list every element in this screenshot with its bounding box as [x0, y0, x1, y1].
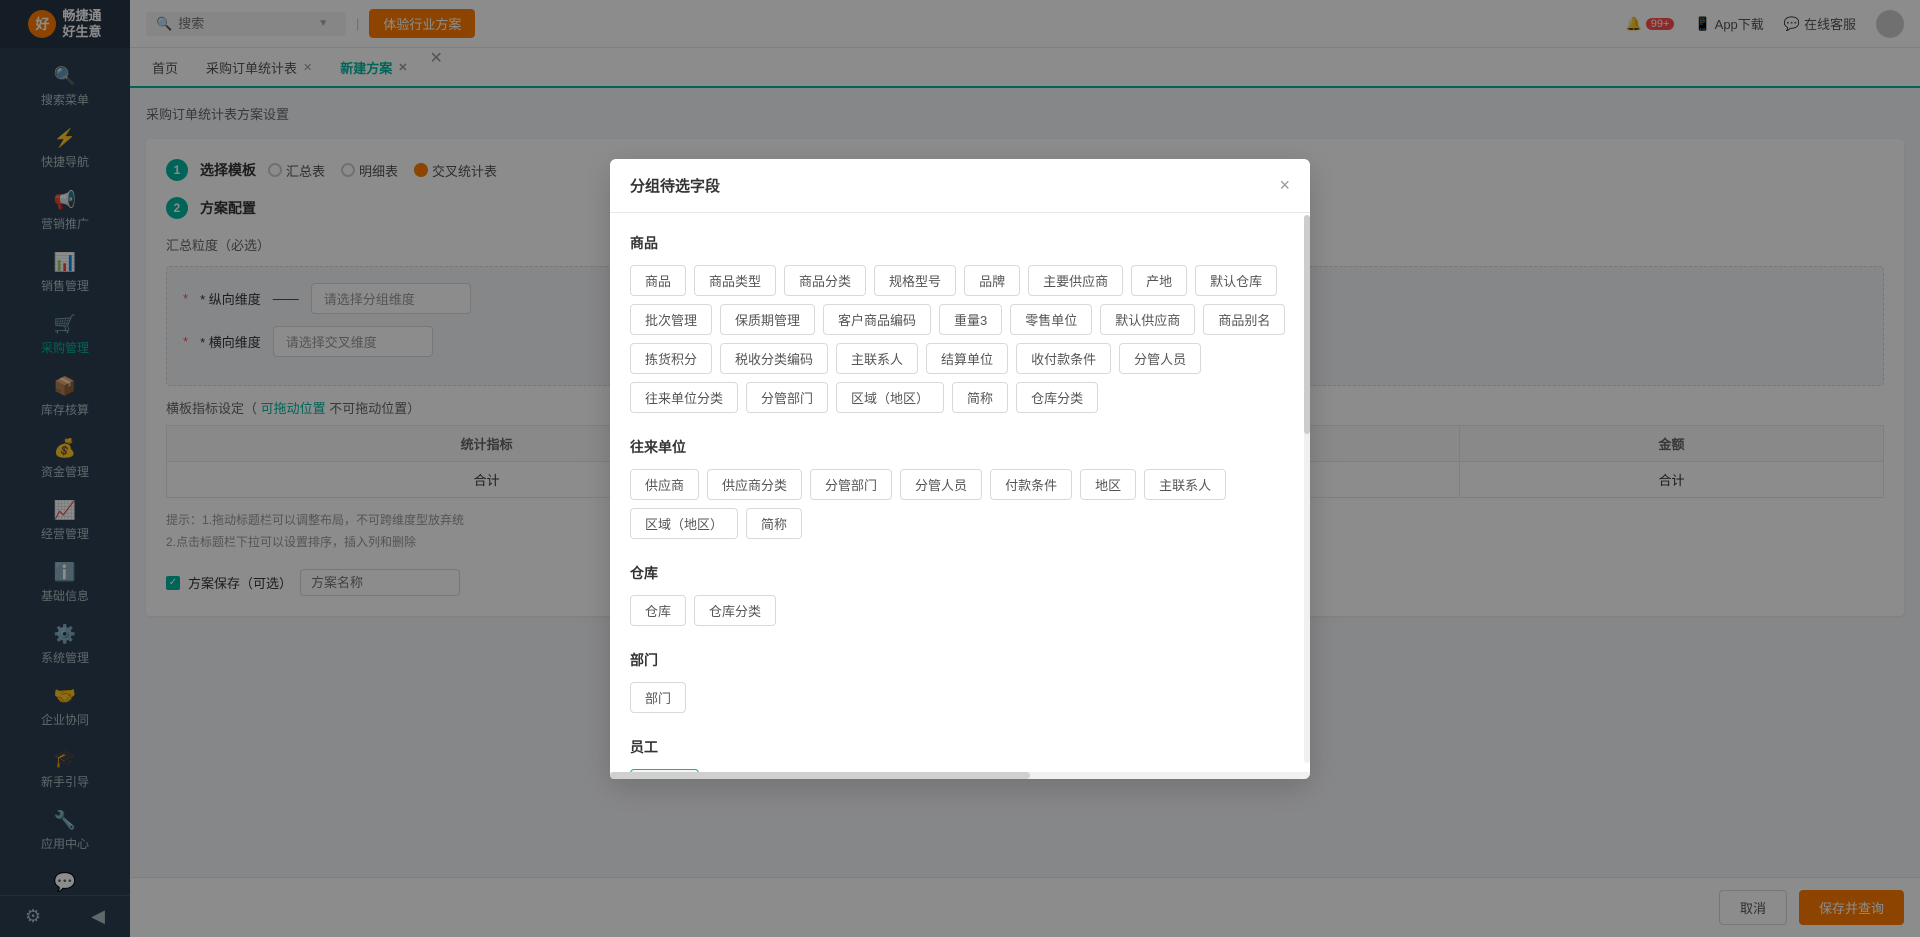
field-tags-0: 商品商品类型商品分类规格型号品牌主要供应商产地默认仓库批次管理保质期管理客户商品…	[630, 265, 1290, 413]
field-tag-0-5[interactable]: 主要供应商	[1028, 265, 1123, 296]
field-tag-2-0[interactable]: 仓库	[630, 595, 686, 626]
field-tags-1: 供应商供应商分类分管部门分管人员付款条件地区主联系人区域（地区） 简称	[630, 469, 1290, 539]
field-tag-0-14[interactable]: 商品别名	[1203, 304, 1285, 335]
field-tag-0-20[interactable]: 分管人员	[1119, 343, 1201, 374]
field-tag-1-6[interactable]: 主联系人	[1144, 469, 1226, 500]
section-title-4: 员工	[630, 737, 1290, 757]
field-tag-0-21[interactable]: 往来单位分类	[630, 382, 738, 413]
modal-title: 分组待选字段	[630, 175, 720, 196]
modal-body: 商品商品商品类型商品分类规格型号品牌主要供应商产地默认仓库批次管理保质期管理客户…	[610, 213, 1310, 773]
section-title-0: 商品	[630, 233, 1290, 253]
field-section-4: 员工业务员	[630, 737, 1290, 773]
modal-vertical-scrollbar[interactable]	[1304, 215, 1310, 763]
field-tag-1-8[interactable]: 简称	[746, 508, 802, 539]
field-tag-0-17[interactable]: 主联系人	[836, 343, 918, 374]
modal-overlay[interactable]: 分组待选字段 × 商品商品商品类型商品分类规格型号品牌主要供应商产地默认仓库批次…	[0, 0, 1920, 937]
field-tag-2-1[interactable]: 仓库分类	[694, 595, 776, 626]
field-tag-0-7[interactable]: 默认仓库	[1195, 265, 1277, 296]
field-tag-0-3[interactable]: 规格型号	[874, 265, 956, 296]
section-title-1: 往来单位	[630, 437, 1290, 457]
field-tag-0-6[interactable]: 产地	[1131, 265, 1187, 296]
field-tag-0-15[interactable]: 拣货积分	[630, 343, 712, 374]
field-section-3: 部门部门	[630, 650, 1290, 713]
field-section-0: 商品商品商品类型商品分类规格型号品牌主要供应商产地默认仓库批次管理保质期管理客户…	[630, 233, 1290, 413]
modal-dialog: 分组待选字段 × 商品商品商品类型商品分类规格型号品牌主要供应商产地默认仓库批次…	[610, 159, 1310, 779]
field-tag-0-11[interactable]: 重量3	[939, 304, 1002, 335]
field-tag-1-3[interactable]: 分管人员	[900, 469, 982, 500]
field-tag-0-0[interactable]: 商品	[630, 265, 686, 296]
field-tag-1-4[interactable]: 付款条件	[990, 469, 1072, 500]
field-tag-0-8[interactable]: 批次管理	[630, 304, 712, 335]
field-section-2: 仓库仓库仓库分类	[630, 563, 1290, 626]
section-title-2: 仓库	[630, 563, 1290, 583]
field-tag-1-7[interactable]: 区域（地区）	[630, 508, 738, 539]
modal-header: 分组待选字段 ×	[610, 159, 1310, 213]
field-tag-1-2[interactable]: 分管部门	[810, 469, 892, 500]
field-tag-0-13[interactable]: 默认供应商	[1100, 304, 1195, 335]
field-tag-0-22[interactable]: 分管部门	[746, 382, 828, 413]
field-tag-1-1[interactable]: 供应商分类	[707, 469, 802, 500]
field-tag-0-23[interactable]: 区域（地区）	[836, 382, 944, 413]
field-tag-0-2[interactable]: 商品分类	[784, 265, 866, 296]
field-tag-0-19[interactable]: 收付款条件	[1016, 343, 1111, 374]
field-section-1: 往来单位供应商供应商分类分管部门分管人员付款条件地区主联系人区域（地区） 简称	[630, 437, 1290, 539]
field-tag-1-5[interactable]: 地区	[1080, 469, 1136, 500]
field-tag-0-4[interactable]: 品牌	[964, 265, 1020, 296]
field-tag-0-16[interactable]: 税收分类编码	[720, 343, 828, 374]
modal-vscroll-thumb	[1304, 215, 1310, 434]
modal-close-button[interactable]: ×	[1279, 175, 1290, 196]
field-tag-0-12[interactable]: 零售单位	[1010, 304, 1092, 335]
field-tag-0-18[interactable]: 结算单位	[926, 343, 1008, 374]
modal-horizontal-scrollbar[interactable]	[610, 772, 1310, 778]
field-tag-3-0[interactable]: 部门	[630, 682, 686, 713]
field-tag-0-10[interactable]: 客户商品编码	[823, 304, 931, 335]
field-tags-3: 部门	[630, 682, 1290, 713]
field-tag-1-0[interactable]: 供应商	[630, 469, 699, 500]
field-tag-0-9[interactable]: 保质期管理	[720, 304, 815, 335]
field-tag-0-1[interactable]: 商品类型	[694, 265, 776, 296]
field-tag-0-24[interactable]: 简称	[952, 382, 1008, 413]
modal-hscroll-thumb	[610, 772, 1030, 778]
field-tag-0-25[interactable]: 仓库分类	[1016, 382, 1098, 413]
section-title-3: 部门	[630, 650, 1290, 670]
field-tags-2: 仓库仓库分类	[630, 595, 1290, 626]
